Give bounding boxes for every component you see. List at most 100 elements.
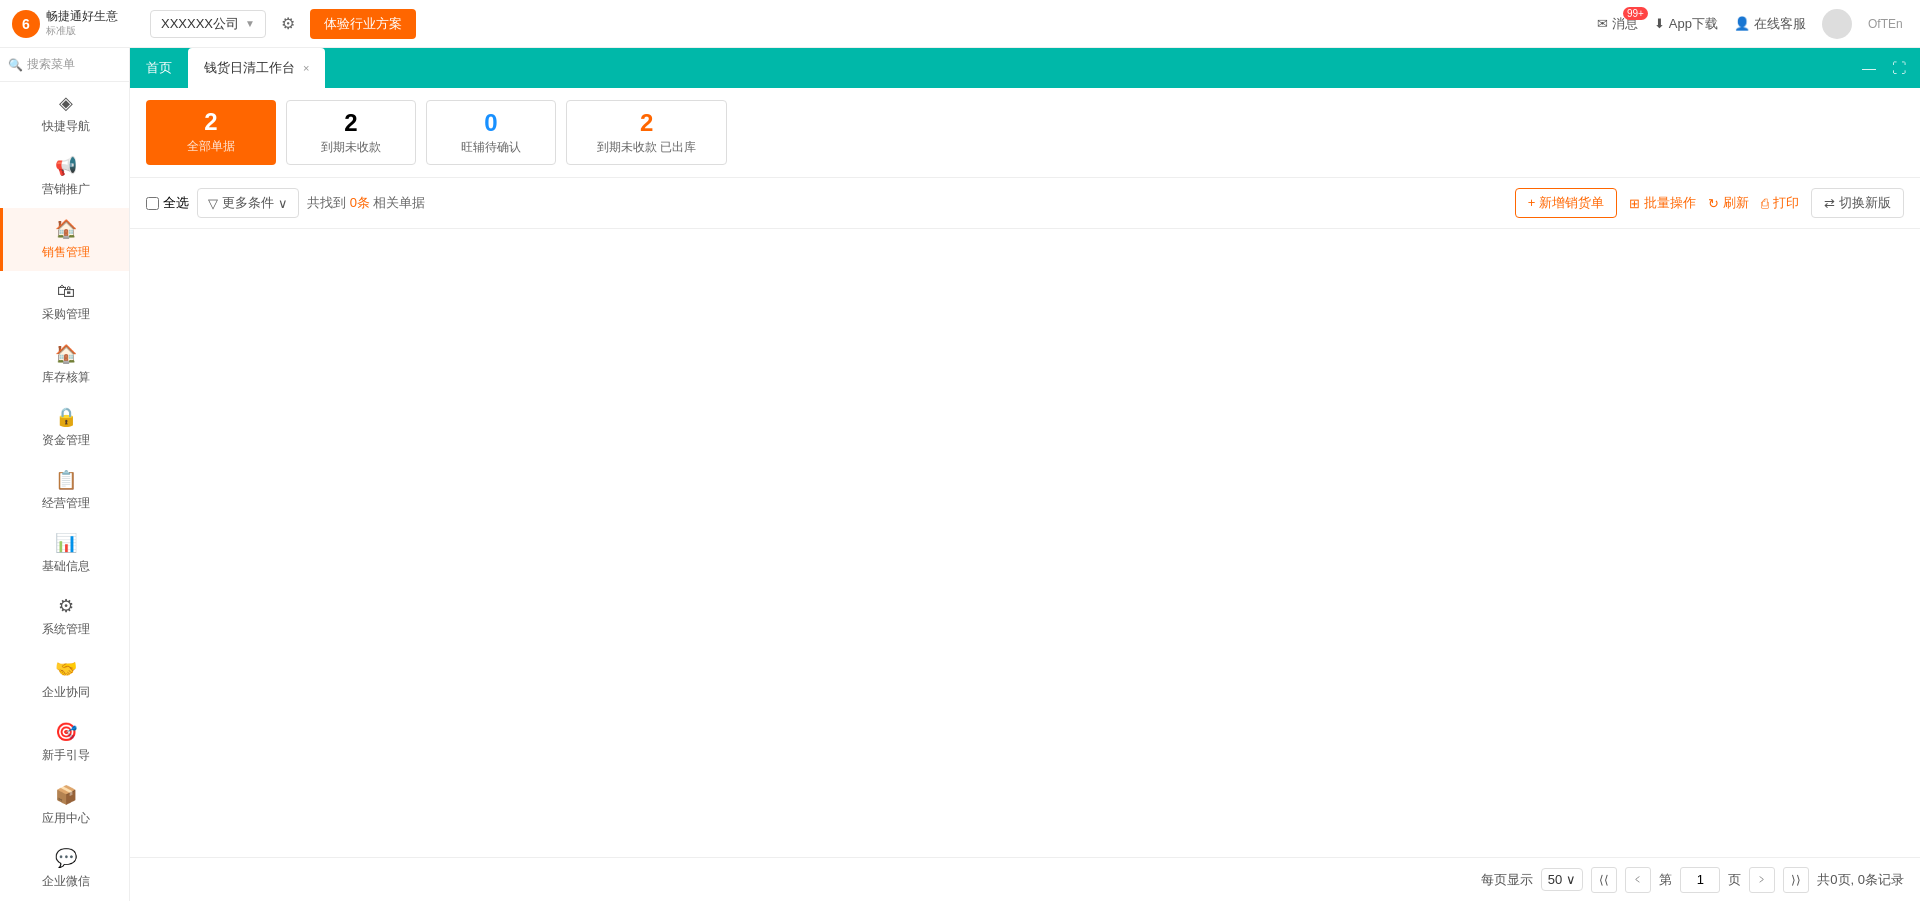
sidebar-search-area[interactable]: 🔍 搜索菜单 (0, 48, 129, 82)
tab-close-icon[interactable]: × (303, 62, 309, 74)
tab-minimize-button[interactable]: — (1858, 56, 1880, 80)
service-icon: 👤 (1734, 16, 1750, 31)
switch-icon: ⇄ (1824, 196, 1835, 211)
avatar-name: OfTEn (1868, 9, 1908, 39)
trial-button[interactable]: 体验行业方案 (310, 9, 416, 39)
logo-icon: 6 (12, 10, 40, 38)
stat-number-shipped: 2 (640, 109, 653, 137)
stat-card-shipped[interactable]: 2 到期未收款 已出库 (566, 100, 727, 165)
avatar[interactable] (1822, 9, 1852, 39)
tab-bar: 首页 钱货日清工作台 × — ⛶ (130, 48, 1920, 88)
select-all-checkbox[interactable]: 全选 (146, 194, 189, 212)
sidebar-item-system[interactable]: ⚙ 系统管理 (0, 585, 129, 648)
chevron-down-icon: ▼ (245, 18, 255, 29)
main-layout: 🔍 搜索菜单 ◈ 快捷导航 📢 营销推广 🏠 销售管理 🛍 采购管理 🏠 库存核… (0, 48, 1920, 901)
last-page-button[interactable]: ⟩⟩ (1783, 867, 1809, 893)
select-all-input[interactable] (146, 197, 159, 210)
sidebar-item-purchase[interactable]: 🛍 采购管理 (0, 271, 129, 333)
sidebar-item-inventory[interactable]: 🏠 库存核算 (0, 333, 129, 396)
sales-icon: 🏠 (54, 218, 78, 240)
stat-card-all[interactable]: 2 全部单据 (146, 100, 276, 165)
download-icon: ⬇ (1654, 16, 1665, 31)
tab-maximize-button[interactable]: ⛶ (1888, 56, 1910, 80)
sidebar-item-guide[interactable]: 🎯 新手引导 (0, 711, 129, 774)
new-sales-order-button[interactable]: + 新增销货单 (1515, 188, 1617, 218)
prev-page-button[interactable]: ﹤ (1625, 867, 1651, 893)
content-area: 首页 钱货日清工作台 × — ⛶ 2 全部单据 2 到期未收款 (130, 48, 1920, 901)
toolbar: 全选 ▽ 更多条件 ∨ 共找到 0条 相关单据 + 新增销货单 (130, 178, 1920, 229)
online-service-label: 在线客服 (1754, 15, 1806, 33)
page-content: 2 全部单据 2 到期未收款 0 旺辅待确认 2 到期未收款 已出库 (130, 88, 1920, 901)
stat-number-all: 2 (204, 108, 217, 136)
app-download-action[interactable]: ⬇ App下载 (1654, 15, 1718, 33)
wechat-icon: 💬 (54, 847, 78, 869)
logo-text: 畅捷通好生意 (46, 9, 118, 25)
sidebar-item-label: 系统管理 (42, 621, 90, 638)
found-text: 共找到 0条 相关单据 (307, 194, 425, 212)
found-count: 0条 (350, 195, 370, 210)
sidebar-item-label: 销售管理 (42, 244, 90, 261)
app-download-label: App下载 (1669, 15, 1718, 33)
basic-info-icon: 📊 (54, 532, 78, 554)
next-page-button[interactable]: ﹥ (1749, 867, 1775, 893)
sidebar-item-enterprise[interactable]: 🤝 企业协同 (0, 648, 129, 711)
sidebar-item-marketing[interactable]: 📢 营销推广 (0, 145, 129, 208)
inventory-icon: 🏠 (54, 343, 78, 365)
filter-button[interactable]: ▽ 更多条件 ∨ (197, 188, 299, 218)
message-action[interactable]: ✉ 消息 99+ (1597, 15, 1638, 33)
settings-button[interactable]: ⚙ (274, 10, 302, 38)
search-menu-label: 搜索菜单 (27, 56, 75, 73)
marketing-icon: 📢 (54, 155, 78, 177)
search-icon: 🔍 (8, 58, 23, 72)
sidebar-item-quick-nav[interactable]: ◈ 快捷导航 (0, 82, 129, 145)
stats-row: 2 全部单据 2 到期未收款 0 旺辅待确认 2 到期未收款 已出库 (130, 88, 1920, 178)
per-page-value: 50 (1548, 872, 1562, 887)
per-page-select[interactable]: 50 ∨ (1541, 868, 1583, 891)
stat-card-overdue[interactable]: 2 到期未收款 (286, 100, 416, 165)
app-center-icon: 📦 (54, 784, 78, 806)
filter-chevron-icon: ∨ (278, 196, 288, 211)
sidebar-item-label: 企业微信 (42, 873, 90, 890)
sidebar-item-basic-info[interactable]: 📊 基础信息 (0, 522, 129, 585)
sidebar-item-app-center[interactable]: 📦 应用中心 (0, 774, 129, 837)
operations-icon: 📋 (54, 469, 78, 491)
per-page-label: 每页显示 (1481, 871, 1533, 889)
first-page-button[interactable]: ⟨⟨ (1591, 867, 1617, 893)
switch-label: 切换新版 (1839, 194, 1891, 212)
sidebar-item-sales[interactable]: 🏠 销售管理 (0, 208, 129, 271)
company-selector[interactable]: XXXXXX公司 ▼ (150, 10, 266, 38)
search-menu-btn[interactable]: 🔍 搜索菜单 (8, 56, 121, 73)
sidebar: 🔍 搜索菜单 ◈ 快捷导航 📢 营销推广 🏠 销售管理 🛍 采购管理 🏠 库存核… (0, 48, 130, 901)
refresh-button[interactable]: ↻ 刷新 (1708, 194, 1749, 212)
toolbar-left: 全选 ▽ 更多条件 ∨ 共找到 0条 相关单据 (146, 188, 1507, 218)
tab-bar-actions: — ⛶ (1858, 56, 1920, 80)
sidebar-item-label: 基础信息 (42, 558, 90, 575)
batch-icon: ⊞ (1629, 196, 1640, 211)
toolbar-right: + 新增销货单 ⊞ 批量操作 ↻ 刷新 ⎙ 打印 ⇄ (1515, 188, 1904, 218)
batch-label: 批量操作 (1644, 194, 1696, 212)
filter-icon: ▽ (208, 196, 218, 211)
message-icon: ✉ (1597, 16, 1608, 31)
header-right: ✉ 消息 99+ ⬇ App下载 👤 在线客服 OfTEn (1597, 9, 1908, 39)
message-badge: 99+ (1623, 7, 1648, 20)
sidebar-item-finance[interactable]: 🔒 资金管理 (0, 396, 129, 459)
page-input[interactable] (1680, 867, 1720, 893)
stat-label-all: 全部单据 (187, 138, 235, 155)
sidebar-item-label: 经营管理 (42, 495, 90, 512)
switch-version-button[interactable]: ⇄ 切换新版 (1811, 188, 1904, 218)
sidebar-item-label: 企业协同 (42, 684, 90, 701)
tab-active[interactable]: 钱货日清工作台 × (188, 48, 325, 88)
online-service-action[interactable]: 👤 在线客服 (1734, 15, 1806, 33)
logo-area: 6 畅捷通好生意 标准版 (12, 9, 142, 39)
sidebar-item-wechat[interactable]: 💬 企业微信 (0, 837, 129, 900)
stat-label-shipped: 到期未收款 已出库 (597, 139, 696, 156)
print-button[interactable]: ⎙ 打印 (1761, 194, 1799, 212)
sidebar-item-label: 快捷导航 (42, 118, 90, 135)
select-all-label: 全选 (163, 194, 189, 212)
batch-operation-button[interactable]: ⊞ 批量操作 (1629, 194, 1696, 212)
stat-card-wangpu[interactable]: 0 旺辅待确认 (426, 100, 556, 165)
print-label: 打印 (1773, 194, 1799, 212)
tab-home[interactable]: 首页 (130, 48, 188, 88)
print-icon: ⎙ (1761, 196, 1769, 211)
sidebar-item-operations[interactable]: 📋 经营管理 (0, 459, 129, 522)
